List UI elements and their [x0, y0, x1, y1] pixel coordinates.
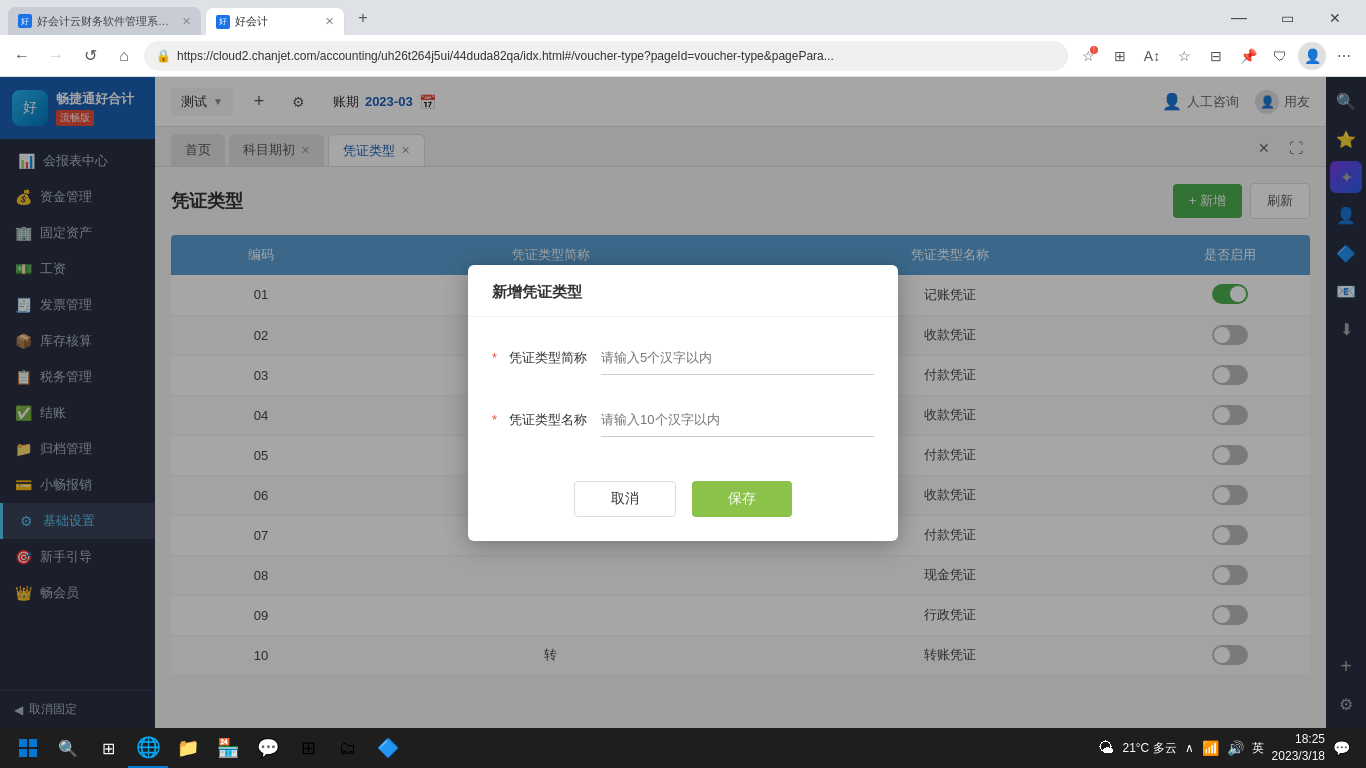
- back-button[interactable]: ←: [8, 42, 36, 70]
- svg-rect-0: [19, 739, 27, 747]
- url-bar[interactable]: 🔒 https://cloud2.chanjet.com/accounting/…: [144, 41, 1068, 71]
- browser-tab-1-label: 好会计云财务软件管理系统_会计: [37, 14, 177, 29]
- taskbar-explorer[interactable]: 📁: [168, 728, 208, 768]
- taskbar-task-view[interactable]: ⊞: [88, 728, 128, 768]
- taskbar-wechat[interactable]: 💬: [248, 728, 288, 768]
- minimize-button[interactable]: —: [1216, 4, 1262, 32]
- extensions-icon[interactable]: ⊞: [1106, 42, 1134, 70]
- taskbar-edge[interactable]: 🌐: [128, 728, 168, 768]
- taskbar-edge2[interactable]: 🔷: [368, 728, 408, 768]
- weather-temp: 21°C 多云: [1122, 740, 1176, 757]
- forward-button[interactable]: →: [42, 42, 70, 70]
- volume-icon: 🔊: [1227, 740, 1244, 756]
- taskbar-store[interactable]: 🏪: [208, 728, 248, 768]
- dialog-body: * 凭证类型简称 * 凭证类型名称: [468, 317, 898, 473]
- address-bar: ← → ↺ ⌂ 🔒 https://cloud2.chanjet.com/acc…: [0, 35, 1366, 77]
- browser-tab-1-close[interactable]: ✕: [182, 15, 191, 28]
- svg-rect-2: [19, 749, 27, 757]
- taskbar: 🔍 ⊞ 🌐 📁 🏪 💬 ⊞ 🗂 🔷 🌤 21°C 多云 ∧ 📶 🔊 英 18:2…: [0, 728, 1366, 768]
- start-button[interactable]: [8, 728, 48, 768]
- time-display: 18:25: [1272, 731, 1325, 748]
- browser-tab-2-label: 好会计: [235, 14, 320, 29]
- taskbar-expand-icon[interactable]: ∧: [1185, 741, 1194, 755]
- lock-icon: 🔒: [156, 49, 171, 63]
- favorites-icon[interactable]: ☆: [1170, 42, 1198, 70]
- required-name-icon: *: [492, 412, 497, 427]
- browser-tab-inactive[interactable]: 好 好会计云财务软件管理系统_会计 ✕: [8, 7, 201, 35]
- new-tab-button[interactable]: +: [349, 4, 377, 32]
- taskbar-apps[interactable]: ⊞: [288, 728, 328, 768]
- lang-label: 英: [1252, 740, 1264, 757]
- clock: 18:25 2023/3/18: [1272, 731, 1325, 765]
- menu-button[interactable]: ⋯: [1330, 42, 1358, 70]
- close-window-button[interactable]: ✕: [1312, 4, 1358, 32]
- dialog-overlay: 新增凭证类型 * 凭证类型简称 * 凭证类型名称 取消 保存: [0, 77, 1366, 728]
- field-abbr-label: 凭证类型简称: [509, 349, 589, 367]
- field-name-label: 凭证类型名称: [509, 411, 589, 429]
- taskbar-sys-tray: 🌤 21°C 多云 ∧ 📶 🔊 英 18:25 2023/3/18 💬: [1090, 731, 1358, 765]
- date-display: 2023/3/18: [1272, 748, 1325, 765]
- star-icon[interactable]: ☆!: [1074, 42, 1102, 70]
- secure-icon[interactable]: 🛡: [1266, 42, 1294, 70]
- browser-tab-2-close[interactable]: ✕: [325, 15, 334, 28]
- form-row-name: * 凭证类型名称: [492, 403, 874, 437]
- url-text: https://cloud2.chanjet.com/accounting/uh…: [177, 49, 834, 63]
- split-view-icon[interactable]: ⊟: [1202, 42, 1230, 70]
- browser-tab-active[interactable]: 好 好会计 ✕: [205, 7, 345, 35]
- weather-icon: 🌤: [1098, 739, 1114, 757]
- dialog-title: 新增凭证类型: [492, 283, 874, 302]
- notification-icon[interactable]: 💬: [1333, 740, 1350, 756]
- reader-icon[interactable]: A↕: [1138, 42, 1166, 70]
- profile-icon[interactable]: 👤: [1298, 42, 1326, 70]
- pin-icon[interactable]: 📌: [1234, 42, 1262, 70]
- save-button[interactable]: 保存: [692, 481, 792, 517]
- svg-rect-3: [29, 749, 37, 757]
- dialog-header: 新增凭证类型: [468, 265, 898, 317]
- refresh-button[interactable]: ↺: [76, 42, 104, 70]
- taskbar-search[interactable]: 🔍: [48, 728, 88, 768]
- home-button[interactable]: ⌂: [110, 42, 138, 70]
- taskbar-photos[interactable]: 🗂: [328, 728, 368, 768]
- field-abbr-input[interactable]: [601, 341, 874, 375]
- required-abbr-icon: *: [492, 350, 497, 365]
- field-name-input[interactable]: [601, 403, 874, 437]
- wifi-icon: 📶: [1202, 740, 1219, 756]
- cancel-button[interactable]: 取消: [574, 481, 676, 517]
- maximize-button[interactable]: ▭: [1264, 4, 1310, 32]
- dialog-footer: 取消 保存: [468, 473, 898, 541]
- tab-favicon-1: 好: [18, 14, 32, 28]
- form-row-abbr: * 凭证类型简称: [492, 341, 874, 375]
- browser-tab-bar: 好 好会计云财务软件管理系统_会计 ✕ 好 好会计 ✕ + — ▭ ✕: [0, 0, 1366, 35]
- tab-favicon-2: 好: [216, 15, 230, 29]
- dialog: 新增凭证类型 * 凭证类型简称 * 凭证类型名称 取消 保存: [468, 265, 898, 541]
- svg-rect-1: [29, 739, 37, 747]
